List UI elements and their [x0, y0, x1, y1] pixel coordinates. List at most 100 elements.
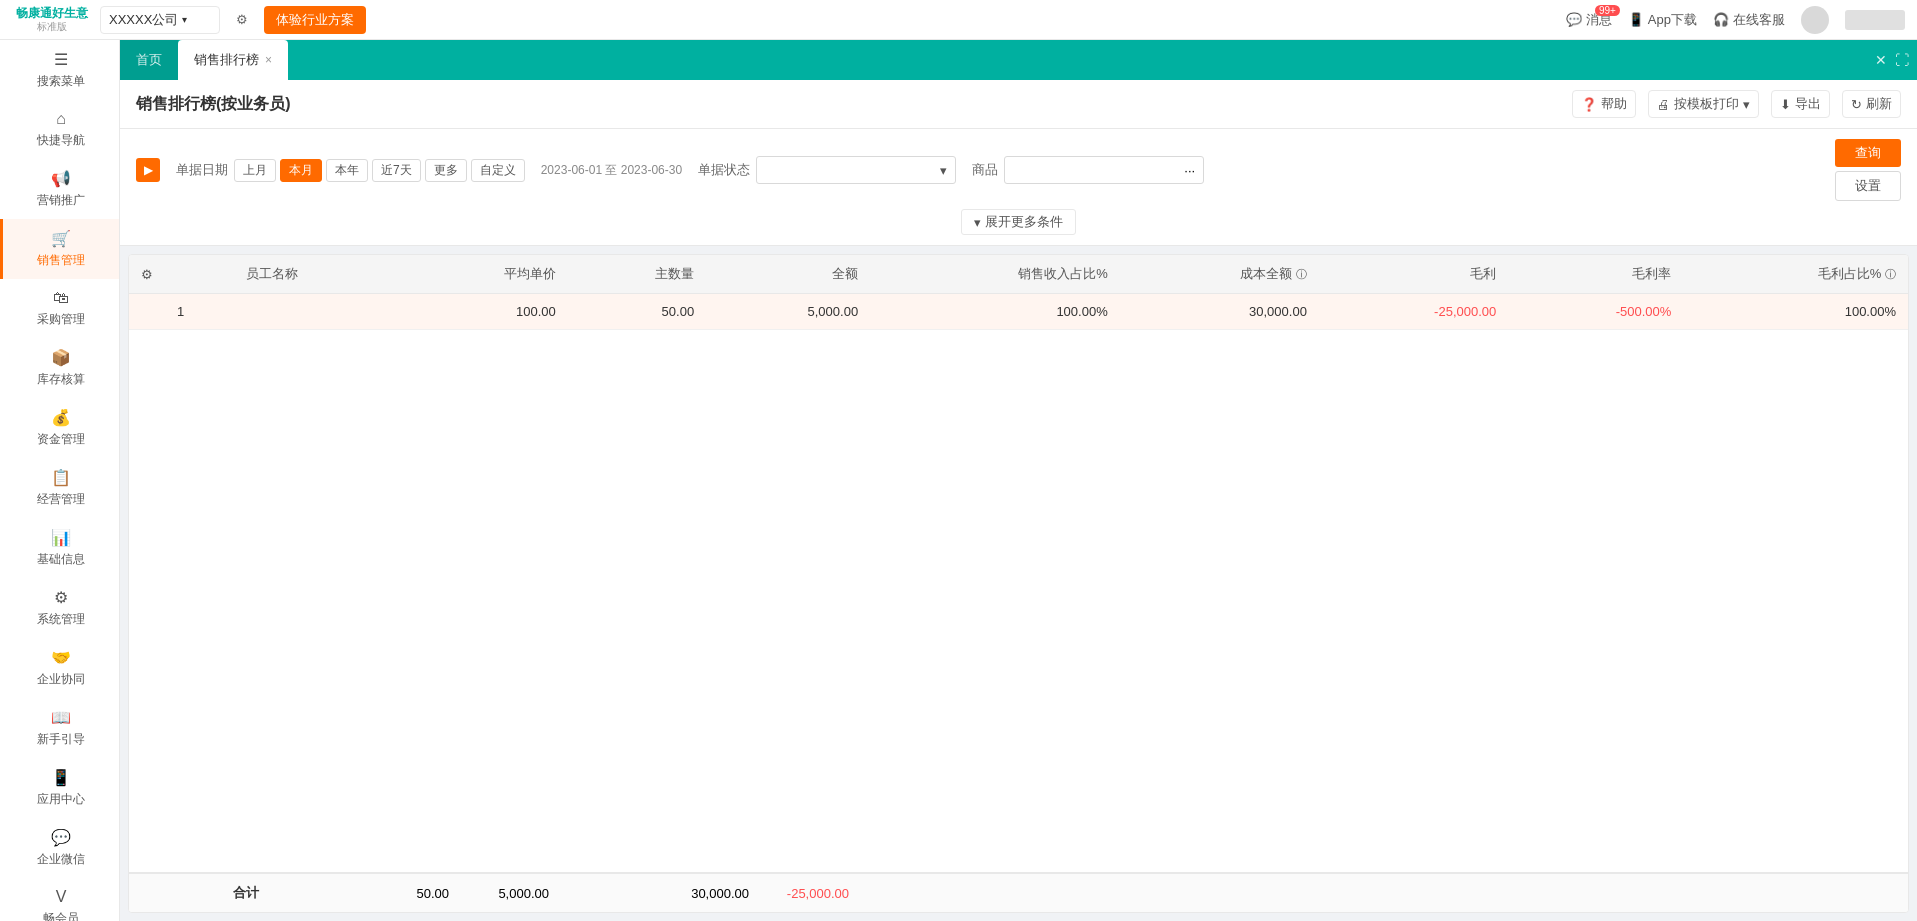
sidebar-item-search-order[interactable]: ☰ 搜索菜单: [0, 40, 119, 100]
app-download-label: App下载: [1648, 11, 1697, 29]
sidebar-item-member[interactable]: V 畅会员: [0, 878, 119, 921]
cell-sales-pct: 100.00%: [870, 294, 1120, 330]
sidebar-label-search: 搜索菜单: [37, 73, 85, 90]
setting-button[interactable]: 设置: [1835, 171, 1901, 201]
tab-sales-ranking[interactable]: 销售排行榜 ×: [178, 40, 288, 80]
toolbar-actions: ❓ 帮助 🖨 按模板打印 ▾ ⬇ 导出 ↻ 刷新: [1572, 90, 1901, 118]
message-button[interactable]: 💬 消息 99+: [1566, 11, 1612, 29]
wechat-icon: 💬: [51, 828, 71, 847]
tab-close-all-icon[interactable]: ✕: [1875, 52, 1887, 68]
sidebar-item-basic-info[interactable]: 📊 基础信息: [0, 518, 119, 578]
col-rank: [165, 255, 234, 294]
col-settings[interactable]: ⚙: [129, 255, 165, 294]
product-filter: 商品 ···: [972, 156, 1204, 184]
tab-home[interactable]: 首页: [120, 40, 178, 80]
print-icon: 🖨: [1657, 97, 1670, 112]
sidebar-item-app-center[interactable]: 📱 应用中心: [0, 758, 119, 818]
status-select-arrow: ▾: [940, 163, 947, 178]
refresh-button[interactable]: ↻ 刷新: [1842, 90, 1901, 118]
print-button[interactable]: 🖨 按模板打印 ▾: [1648, 90, 1759, 118]
expand-more-btn[interactable]: ▾ 展开更多条件: [961, 209, 1076, 235]
app-download-button[interactable]: 📱 App下载: [1628, 11, 1697, 29]
help-button[interactable]: ❓ 帮助: [1572, 90, 1636, 118]
cell-gross-pct: 100.00%: [1683, 294, 1908, 330]
col-gross: 毛利: [1319, 255, 1508, 294]
cost-info-icon[interactable]: ⓘ: [1296, 268, 1307, 280]
date-filter-buttons: 上月 本月 本年 近7天 更多 自定义: [234, 159, 525, 182]
status-select[interactable]: ▾: [756, 156, 956, 184]
sidebar-item-sales[interactable]: 🛒 销售管理: [0, 219, 119, 279]
expand-label: 展开更多条件: [985, 213, 1063, 231]
content-area: 首页 销售排行榜 × ✕ ⛶ 销售排行榜(按业务员) ❓ 帮助: [120, 40, 1917, 921]
print-label: 按模板打印: [1674, 95, 1739, 113]
avatar[interactable]: [1801, 6, 1829, 34]
collab-icon: 🤝: [51, 648, 71, 667]
date-btn-last-7-days[interactable]: 近7天: [372, 159, 421, 182]
app-center-icon: 📱: [51, 768, 71, 787]
app-download-icon: 📱: [1628, 12, 1644, 27]
sidebar-label-system: 系统管理: [37, 611, 85, 628]
online-service-button[interactable]: 🎧 在线客服: [1713, 11, 1785, 29]
top-bar: 畅康通好生意 标准版 XXXXX公司 ▾ ⚙ 体验行业方案 💬 消息 99+ 📱…: [0, 0, 1917, 40]
expand-icon: ▾: [974, 215, 981, 230]
tab-maximize-icon[interactable]: ⛶: [1895, 52, 1909, 68]
company-name: XXXXX公司: [109, 11, 178, 29]
user-name[interactable]: [1845, 10, 1905, 30]
gross-pct-info-icon[interactable]: ⓘ: [1885, 268, 1896, 280]
print-dropdown-icon: ▾: [1743, 97, 1750, 112]
cell-cost-amount: 30,000.00: [1120, 294, 1319, 330]
logo-main-text: 畅康通好生意: [16, 6, 88, 20]
col-amount: 全额: [706, 255, 870, 294]
product-input-more: ···: [1184, 163, 1195, 178]
sidebar-item-inventory[interactable]: 📦 库存核算: [0, 338, 119, 398]
export-label: 导出: [1795, 95, 1821, 113]
cell-main-qty: 50.00: [568, 294, 706, 330]
export-button[interactable]: ⬇ 导出: [1771, 90, 1830, 118]
sidebar-item-newbie[interactable]: 📖 新手引导: [0, 698, 119, 758]
purchase-icon: 🛍: [53, 289, 69, 307]
date-filter: 单据日期 上月 本月 本年 近7天 更多 自定义: [176, 159, 525, 182]
date-range-display: 2023-06-01 至 2023-06-30: [541, 162, 682, 179]
app-logo: 畅康通好生意 标准版: [12, 2, 92, 38]
sales-icon: 🛒: [51, 229, 71, 248]
member-icon: V: [56, 888, 67, 906]
refresh-icon: ↻: [1851, 97, 1862, 112]
sidebar-label-marketing: 营销推广: [37, 192, 85, 209]
col-sales-pct: 销售收入占比%: [870, 255, 1120, 294]
tab-close-icon[interactable]: ×: [265, 53, 272, 67]
date-btn-more[interactable]: 更多: [425, 159, 467, 182]
sidebar-item-enterprise-wechat[interactable]: 💬 企业微信: [0, 818, 119, 878]
trial-button[interactable]: 体验行业方案: [264, 6, 366, 34]
export-icon: ⬇: [1780, 97, 1791, 112]
expand-row: ▾ 展开更多条件: [136, 209, 1901, 235]
sidebar-item-marketing[interactable]: 📢 营销推广: [0, 159, 119, 219]
date-btn-custom[interactable]: 自定义: [471, 159, 525, 182]
online-service-label: 在线客服: [1733, 11, 1785, 29]
query-button[interactable]: 查询: [1835, 139, 1901, 167]
message-badge: 99+: [1595, 5, 1620, 16]
sidebar-label-wechat: 企业微信: [37, 851, 85, 868]
col-employee: 员工名称: [234, 255, 401, 294]
sidebar-item-finance[interactable]: 💰 资金管理: [0, 398, 119, 458]
search-icon: ☰: [54, 50, 68, 69]
cell-rank: 1: [165, 294, 234, 330]
logo-sub-text: 标准版: [37, 21, 67, 33]
status-filter: 单据状态 ▾: [698, 156, 956, 184]
company-selector[interactable]: XXXXX公司 ▾: [100, 6, 220, 34]
sidebar-item-quick-nav[interactable]: ⌂ 快捷导航: [0, 100, 119, 159]
filter-right-buttons: 查询 设置: [1835, 139, 1901, 201]
collapse-filter-icon[interactable]: ▶: [136, 158, 160, 182]
date-btn-last-month[interactable]: 上月: [234, 159, 276, 182]
guide-icon: 📖: [51, 708, 71, 727]
system-icon: ⚙: [54, 588, 68, 607]
sidebar-item-purchase[interactable]: 🛍 采购管理: [0, 279, 119, 338]
sidebar-item-system[interactable]: ⚙ 系统管理: [0, 578, 119, 638]
product-input[interactable]: ···: [1004, 156, 1204, 184]
date-btn-this-year[interactable]: 本年: [326, 159, 368, 182]
product-filter-label: 商品: [972, 161, 998, 179]
sidebar-item-enterprise-collab[interactable]: 🤝 企业协同: [0, 638, 119, 698]
settings-icon[interactable]: ⚙: [228, 6, 256, 34]
date-btn-this-month[interactable]: 本月: [280, 159, 322, 182]
basic-info-icon: 📊: [51, 528, 71, 547]
sidebar-item-operations[interactable]: 📋 经营管理: [0, 458, 119, 518]
